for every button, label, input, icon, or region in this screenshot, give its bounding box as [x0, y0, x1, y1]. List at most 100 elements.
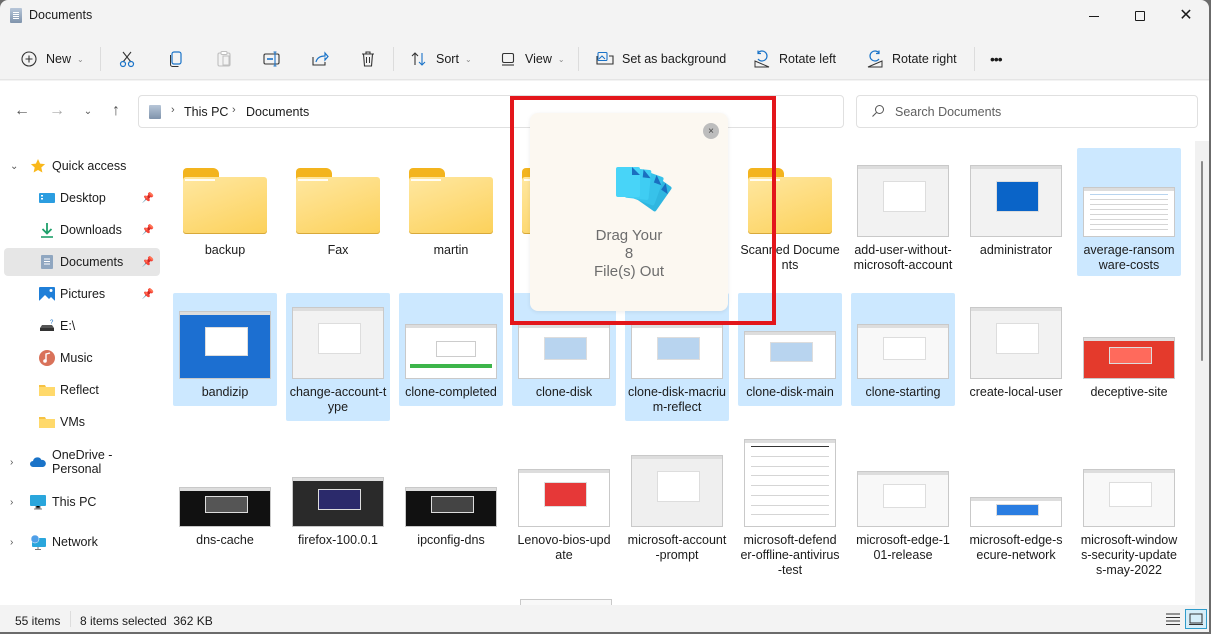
- breadcrumb-documents[interactable]: Documents: [246, 105, 309, 119]
- rename-button[interactable]: [257, 44, 287, 74]
- rotate-right-button[interactable]: Rotate right: [860, 44, 963, 74]
- sidebar-item-pictures[interactable]: Pictures 📌: [4, 280, 160, 308]
- share-button[interactable]: [305, 44, 335, 74]
- details-view-button[interactable]: [1162, 609, 1184, 629]
- sort-button[interactable]: Sort ⌄: [404, 44, 478, 74]
- rotate-right-icon: [866, 50, 884, 68]
- sidebar-item-desktop[interactable]: Desktop 📌: [4, 184, 160, 212]
- cut-button[interactable]: [112, 44, 142, 74]
- file-item[interactable]: clone-disk-main: [738, 293, 842, 406]
- sidebar-item-music[interactable]: Music: [4, 344, 160, 372]
- close-button[interactable]: ✕: [1163, 0, 1209, 32]
- copy-button[interactable]: [161, 44, 191, 74]
- minimize-button[interactable]: [1071, 0, 1117, 32]
- plus-circle-icon: [20, 50, 38, 68]
- file-item[interactable]: clone-starting: [851, 293, 955, 406]
- file-item[interactable]: clone-disk-macrium-reflect: [625, 293, 729, 421]
- sidebar-item-network[interactable]: › Network: [4, 528, 160, 556]
- file-item[interactable]: microsoft-account-prompt: [625, 441, 729, 569]
- file-item[interactable]: create-local-user: [964, 293, 1068, 421]
- sidebar-item-reflect[interactable]: Reflect: [4, 376, 160, 404]
- pin-icon[interactable]: 📌: [142, 225, 154, 236]
- copy-icon: [167, 50, 185, 68]
- search-input[interactable]: [895, 102, 1185, 122]
- breadcrumb-this-pc[interactable]: This PC: [184, 105, 228, 119]
- onedrive-icon: [30, 457, 46, 467]
- folder-item[interactable]: backup: [173, 148, 277, 261]
- file-item[interactable]: dns-cache: [173, 441, 277, 554]
- sidebar-item-this-pc[interactable]: › This PC: [4, 488, 160, 516]
- chevron-right-icon[interactable]: ›: [10, 497, 13, 508]
- file-name-label: Lenovo-bios-update: [517, 533, 611, 562]
- chevron-right-icon[interactable]: ›: [10, 537, 13, 548]
- sidebar-item-onedrive[interactable]: › OneDrive - Personal: [4, 448, 160, 476]
- folder-item[interactable]: Fax: [286, 148, 390, 261]
- file-item[interactable]: clone-completed: [399, 293, 503, 406]
- file-name-label: deceptive-site: [1090, 385, 1168, 399]
- file-name-label: change-account-type: [289, 385, 387, 414]
- more-options-button[interactable]: •••: [984, 44, 1008, 74]
- folder-item[interactable]: Scanned Documents: [738, 148, 842, 276]
- sidebar-item-e-drive[interactable]: ? E:\: [4, 312, 160, 340]
- star-icon: [30, 159, 46, 173]
- file-name-label: dns-cache: [196, 533, 254, 547]
- back-button[interactable]: ←: [10, 99, 34, 123]
- scrollbar-thumb[interactable]: [1201, 161, 1203, 361]
- drag-panel-close-button[interactable]: ×: [703, 123, 719, 139]
- pin-icon[interactable]: 📌: [142, 193, 154, 204]
- file-name-label: microsoft-windows-security-updates-may-2…: [1080, 533, 1178, 577]
- delete-button[interactable]: [353, 44, 383, 74]
- file-item[interactable]: administrator: [964, 148, 1068, 261]
- file-name-label: clone-disk-macrium-reflect: [628, 385, 726, 414]
- large-icons-view-button[interactable]: [1185, 609, 1207, 629]
- pin-icon[interactable]: 📌: [142, 289, 154, 300]
- rotate-left-label: Rotate left: [779, 52, 836, 66]
- address-bar[interactable]: › This PC › Documents ⌄ ↻: [138, 95, 971, 128]
- chevron-right-icon[interactable]: ›: [10, 457, 13, 468]
- command-bar: New ⌄ Sort ⌄ View ⌄ Set as background Ro…: [0, 38, 1209, 80]
- chevron-down-icon[interactable]: ⌄: [10, 161, 18, 172]
- delete-icon: [359, 50, 377, 68]
- forward-button[interactable]: →: [45, 99, 69, 123]
- recent-locations-button[interactable]: ⌄: [76, 99, 100, 123]
- maximize-button[interactable]: [1117, 0, 1163, 32]
- folder-item[interactable]: martin: [399, 148, 503, 261]
- pin-icon[interactable]: 📌: [142, 257, 154, 268]
- sidebar-item-label: VMs: [60, 415, 85, 429]
- stacked-files-icon: [616, 167, 672, 212]
- drag-out-panel[interactable]: × Drag Your 8 File(s) Out: [530, 113, 728, 311]
- file-explorer-window: Documents ✕ New ⌄ Sort ⌄ View ⌄ Set as b…: [0, 0, 1209, 632]
- rotate-left-button[interactable]: Rotate left: [747, 44, 842, 74]
- view-button[interactable]: View ⌄: [493, 44, 571, 74]
- new-button[interactable]: New ⌄: [14, 44, 90, 74]
- file-item[interactable]: change-account-type: [286, 293, 390, 421]
- file-item[interactable]: average-ransomware-costs: [1077, 148, 1181, 276]
- breadcrumb-separator: ›: [171, 104, 175, 116]
- file-item[interactable]: deceptive-site: [1077, 293, 1181, 406]
- file-item[interactable]: microsoft-windows-security-updates-may-2…: [1077, 441, 1181, 584]
- file-item[interactable]: microsoft-defender-offline-antivirus-tes…: [738, 439, 842, 584]
- sidebar-item-quick-access[interactable]: ⌄ Quick access: [4, 152, 160, 180]
- file-item[interactable]: ipconfig-dns: [399, 441, 503, 554]
- sidebar-item-documents[interactable]: Documents 📌: [4, 248, 160, 276]
- file-item[interactable]: add-user-without-microsoft-account: [851, 148, 955, 291]
- file-item[interactable]: microsoft-edge-secure-network: [964, 441, 1068, 569]
- chevron-down-icon: ⌄: [83, 105, 93, 117]
- paste-button[interactable]: [209, 44, 239, 74]
- file-name-label: microsoft-account-prompt: [627, 533, 727, 562]
- file-item[interactable]: firefox-100.0.1: [286, 441, 390, 554]
- drag-file-count: 8: [624, 245, 634, 262]
- drag-text-line3: File(s) Out: [593, 263, 664, 280]
- set-as-background-button[interactable]: Set as background: [590, 44, 732, 74]
- file-item[interactable]: microsoft-edge-101-release: [851, 441, 955, 569]
- search-box[interactable]: [856, 95, 1198, 128]
- vertical-scrollbar[interactable]: [1195, 141, 1209, 605]
- file-item[interactable]: Lenovo-bios-update: [512, 441, 616, 569]
- up-button[interactable]: ↑: [104, 99, 128, 123]
- navigation-pane: ⌄ Quick access Desktop 📌 Downloads 📌 Doc…: [0, 141, 165, 605]
- download-icon: [41, 223, 53, 238]
- item-count: 55 items: [15, 614, 61, 628]
- sidebar-item-vms[interactable]: VMs: [4, 408, 160, 436]
- sidebar-item-downloads[interactable]: Downloads 📌: [4, 216, 160, 244]
- file-item[interactable]: bandizip: [173, 293, 277, 406]
